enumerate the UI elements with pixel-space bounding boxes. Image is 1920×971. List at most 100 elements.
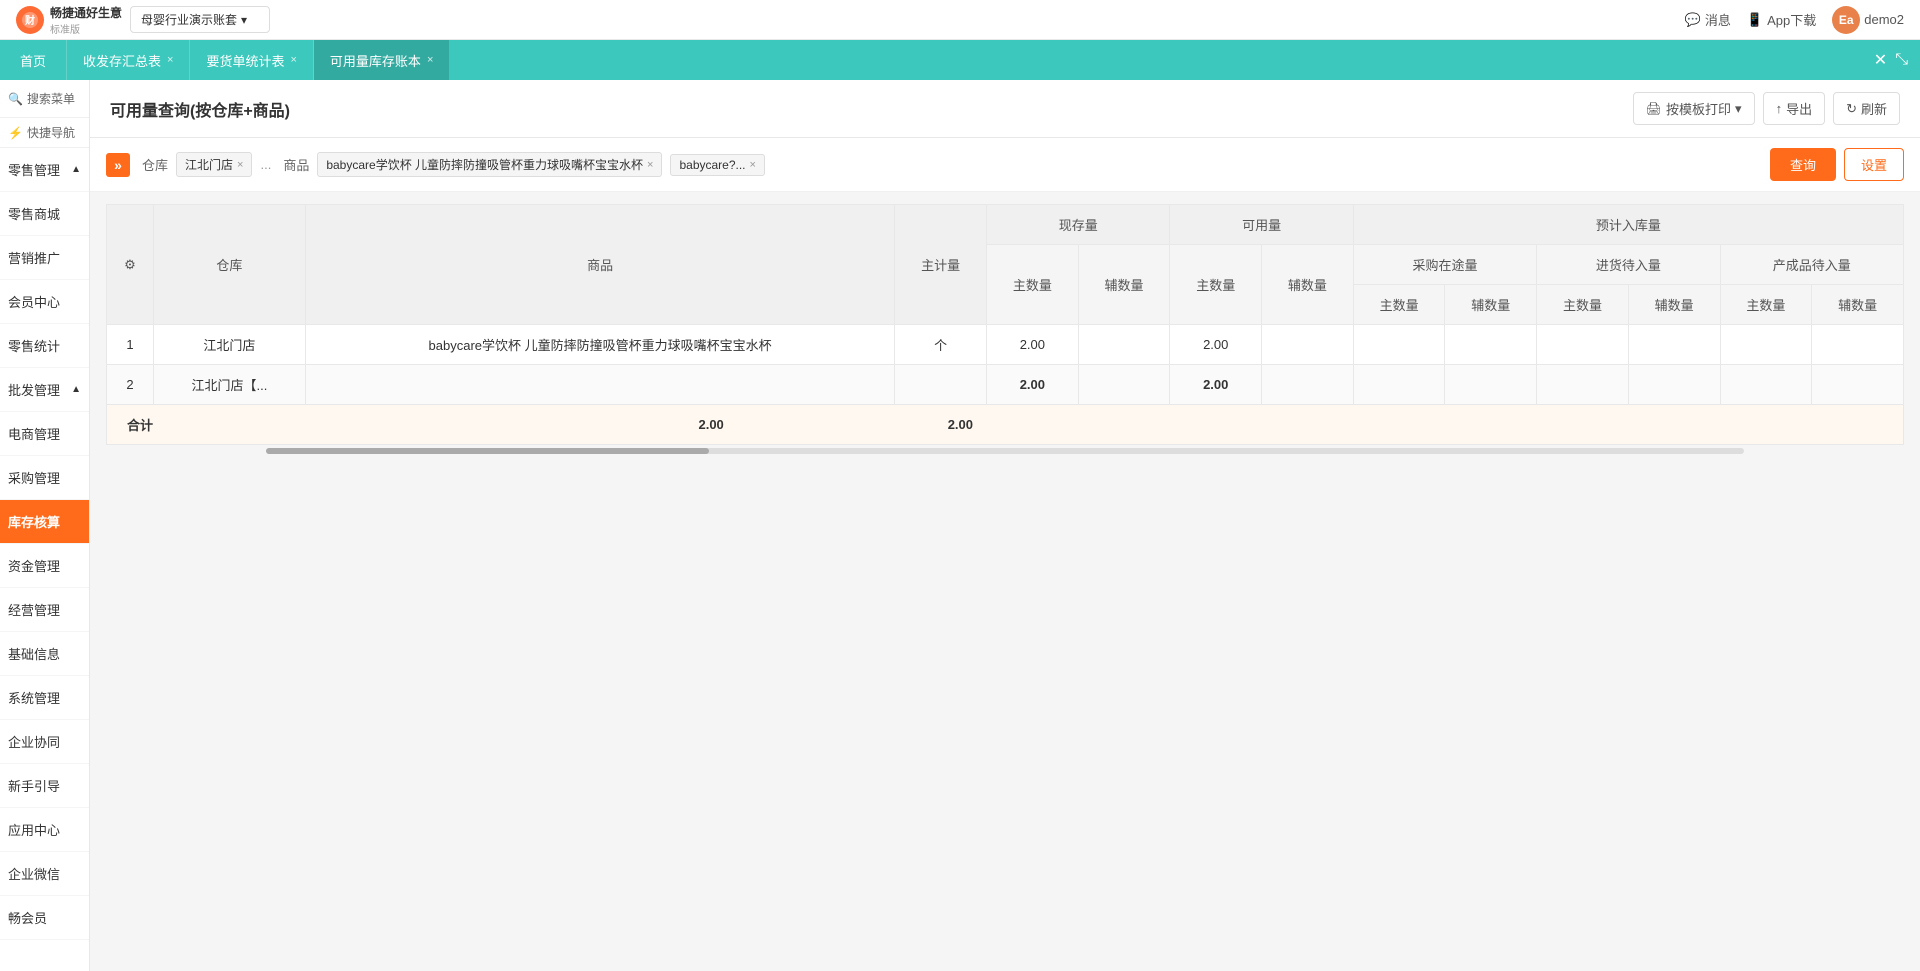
sidebar-item-inventory[interactable]: 库存核算	[0, 500, 89, 544]
col-settings-header[interactable]: ⚙	[107, 205, 154, 325]
settings-btn[interactable]: 设置	[1844, 148, 1904, 181]
tab-controls: ✕ ⤡	[1862, 40, 1920, 80]
print-label: 按模板打印	[1666, 99, 1731, 118]
tab-available-stock-label: 可用量库存账本	[330, 51, 421, 70]
user-area[interactable]: Ea demo2	[1832, 6, 1904, 34]
sidebar-item-purchase[interactable]: 采购管理	[0, 456, 89, 500]
col-purchase-group-header: 采购在途量	[1353, 245, 1536, 285]
sidebar-item-wholesale[interactable]: 批发管理 ▲	[0, 368, 89, 412]
sidebar-item-enterprise-collab[interactable]: 企业协同	[0, 720, 89, 764]
row2-stock-main: 2.00	[987, 365, 1079, 405]
row1-no: 1	[107, 325, 154, 365]
tab-order-stats-close[interactable]: ×	[290, 54, 296, 66]
warehouse-tag-remove[interactable]: ×	[237, 159, 243, 171]
row2-unit	[895, 365, 987, 405]
tab-available-stock[interactable]: 可用量库存账本 ×	[314, 40, 450, 80]
col-incoming-aux-header: 辅数量	[1628, 285, 1720, 325]
top-bar: 财 畅捷通好生意 标准版 母婴行业演示账套 ▾ 💬 消息 📱 App下载 Ea …	[0, 0, 1920, 40]
logo-text: 畅捷通好生意	[50, 4, 122, 21]
tab-available-stock-close[interactable]: ×	[427, 54, 433, 66]
sidebar-item-retail-stats-label: 零售统计	[8, 336, 60, 355]
tab-receivable-close[interactable]: ×	[167, 54, 173, 66]
col-planned-group-header: 预计入库量	[1353, 205, 1903, 245]
sidebar-item-beginner-guide[interactable]: 新手引导	[0, 764, 89, 808]
row1-unit: 个	[895, 325, 987, 365]
sidebar-item-marketing[interactable]: 营销推广	[0, 236, 89, 280]
row2-incoming-aux	[1628, 365, 1720, 405]
expand-btn[interactable]: ⤡	[1895, 51, 1908, 69]
filter-actions: 查询 设置	[1770, 148, 1904, 181]
message-btn[interactable]: 💬 消息	[1685, 10, 1731, 29]
refresh-btn[interactable]: ↻ 刷新	[1833, 92, 1900, 125]
sidebar-item-system[interactable]: 系统管理	[0, 676, 89, 720]
sidebar-item-retail-mgmt-label: 零售管理	[8, 160, 60, 179]
warehouse-filter-tag[interactable]: 江北门店 ×	[176, 152, 252, 177]
sidebar-item-enterprise-wechat[interactable]: 企业微信	[0, 852, 89, 896]
filter-expand-btn[interactable]: »	[106, 153, 130, 177]
sidebar-item-member-vip[interactable]: 畅会员	[0, 896, 89, 940]
sidebar-item-finance[interactable]: 资金管理	[0, 544, 89, 588]
retail-mgmt-arrow-icon: ▲	[71, 164, 81, 175]
sidebar-item-ecommerce[interactable]: 电商管理	[0, 412, 89, 456]
page-title: 可用量查询(按仓库+商品)	[110, 97, 290, 121]
sidebar-item-enterprise-collab-label: 企业协同	[8, 732, 60, 751]
message-label: 消息	[1705, 10, 1731, 29]
query-btn[interactable]: 查询	[1770, 148, 1836, 181]
warehouse-filter-more[interactable]: ...	[260, 157, 271, 172]
product-tag2-value: babycare?...	[679, 158, 745, 172]
sidebar-item-app-center[interactable]: 应用中心	[0, 808, 89, 852]
tenant-dropdown-icon: ▾	[241, 13, 247, 27]
tenant-selector[interactable]: 母婴行业演示账套 ▾	[130, 6, 270, 33]
footer-values: 2.00 2.00	[275, 417, 1895, 432]
tab-receivable[interactable]: 收发存汇总表 ×	[67, 40, 190, 80]
table-area: ⚙ 仓库 商品 主计量 现存量 可用量 预计入库量 主数量 辅数量 主数量 辅数…	[90, 192, 1920, 469]
row2-production-aux	[1812, 365, 1904, 405]
logo-area: 财 畅捷通好生意 标准版	[16, 4, 122, 36]
sidebar-item-member-center[interactable]: 会员中心	[0, 280, 89, 324]
scrollbar-track[interactable]	[266, 448, 1744, 454]
sidebar-item-retail-stats[interactable]: 零售统计	[0, 324, 89, 368]
table-row: 1 江北门店 babycare学饮杯 儿童防摔防撞吸管杯重力球吸嘴杯宝宝水杯 个…	[107, 325, 1904, 365]
top-bar-left: 财 畅捷通好生意 标准版 母婴行业演示账套 ▾	[16, 4, 270, 36]
product-filter-tag2[interactable]: babycare?... ×	[670, 154, 764, 176]
main-layout: 🔍 搜索菜单 ⚡ 快捷导航 零售管理 ▲ 零售商城 营销推广 会员中心 零售统计…	[0, 80, 1920, 971]
close-all-btn[interactable]: ✕	[1874, 50, 1887, 70]
sidebar-item-purchase-label: 采购管理	[8, 468, 60, 487]
username: demo2	[1864, 12, 1904, 27]
tenant-name: 母婴行业演示账套	[141, 11, 237, 28]
sidebar-item-retail-mall[interactable]: 零售商城	[0, 192, 89, 236]
sidebar-search-label: 搜索菜单	[27, 90, 75, 107]
sidebar-quick-nav[interactable]: ⚡ 快捷导航	[0, 118, 89, 148]
col-stock-aux-header: 辅数量	[1078, 245, 1170, 325]
app-download-btn[interactable]: 📱 App下载	[1747, 10, 1816, 29]
print-btn[interactable]: 🖨 按模板打印 ▾	[1633, 92, 1755, 125]
logo-subtext: 标准版	[50, 21, 122, 36]
row2-purchase-main	[1353, 365, 1445, 405]
page-header: 可用量查询(按仓库+商品) 🖨 按模板打印 ▾ ↑ 导出 ↻ 刷新	[90, 80, 1920, 138]
sidebar-search[interactable]: 🔍 搜索菜单	[0, 80, 89, 118]
col-available-aux-header: 辅数量	[1262, 245, 1354, 325]
col-stock-group-header: 现存量	[987, 205, 1170, 245]
sidebar-item-basic-info[interactable]: 基础信息	[0, 632, 89, 676]
quick-nav-label: 快捷导航	[27, 124, 75, 141]
row1-available-aux	[1262, 325, 1354, 365]
tab-receivable-label: 收发存汇总表	[83, 51, 161, 70]
tab-order-stats[interactable]: 要货单统计表 ×	[190, 40, 313, 80]
tab-home[interactable]: 首页	[0, 40, 67, 80]
col-incoming-main-header: 主数量	[1537, 285, 1629, 325]
export-btn[interactable]: ↑ 导出	[1763, 92, 1826, 125]
content-area: 可用量查询(按仓库+商品) 🖨 按模板打印 ▾ ↑ 导出 ↻ 刷新	[90, 80, 1920, 971]
product-tag1-remove[interactable]: ×	[647, 159, 653, 171]
col-stock-main-header: 主数量	[987, 245, 1079, 325]
row2-production-main	[1720, 365, 1812, 405]
avatar: Ea	[1832, 6, 1860, 34]
sidebar-item-inventory-label: 库存核算	[8, 512, 60, 531]
sidebar-item-operations[interactable]: 经营管理	[0, 588, 89, 632]
sidebar-item-retail-mgmt[interactable]: 零售管理 ▲	[0, 148, 89, 192]
product-filter-tag1[interactable]: babycare学饮杯 儿童防摔防撞吸管杯重力球吸嘴杯宝宝水杯 ×	[317, 152, 662, 177]
row2-purchase-aux	[1445, 365, 1537, 405]
col-incoming-group-header: 进货待入量	[1537, 245, 1720, 285]
logo-icon: 财	[16, 6, 44, 34]
sidebar-item-beginner-guide-label: 新手引导	[8, 776, 60, 795]
product-tag2-remove[interactable]: ×	[750, 159, 756, 171]
